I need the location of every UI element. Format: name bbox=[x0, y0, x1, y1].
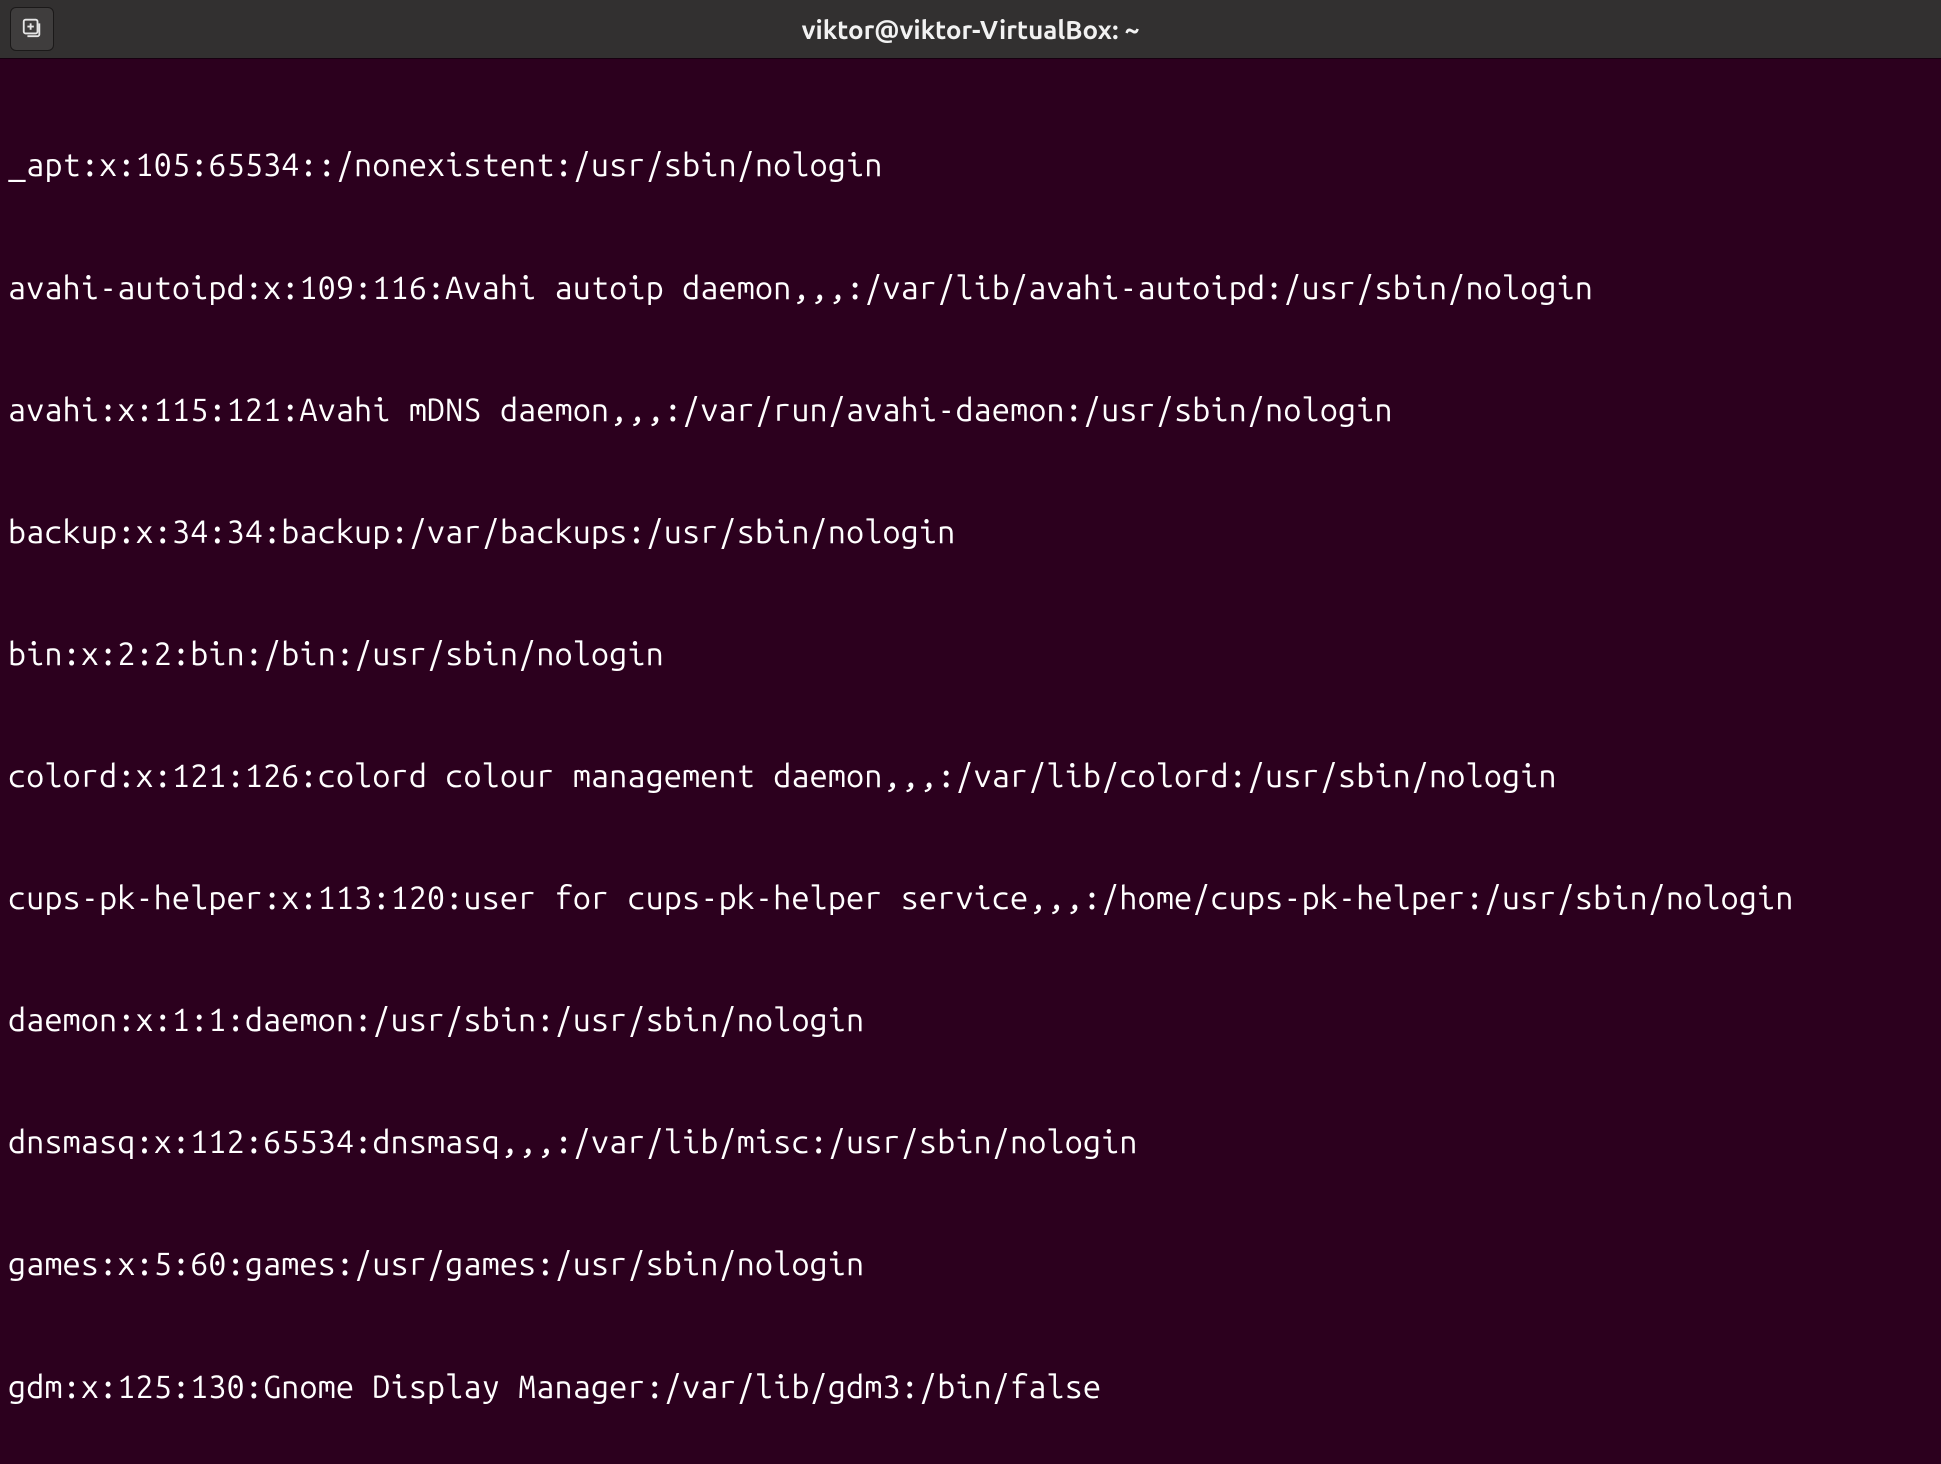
terminal-line: avahi:x:115:121:Avahi mDNS daemon,,,:/va… bbox=[8, 390, 1933, 431]
terminal-line: dnsmasq:x:112:65534:dnsmasq,,,:/var/lib/… bbox=[8, 1122, 1933, 1163]
new-tab-icon bbox=[21, 16, 43, 42]
window-title: viktor@viktor-VirtualBox: ~ bbox=[802, 15, 1140, 44]
terminal-line: backup:x:34:34:backup:/var/backups:/usr/… bbox=[8, 512, 1933, 553]
terminal-line: gdm:x:125:130:Gnome Display Manager:/var… bbox=[8, 1367, 1933, 1408]
terminal-output[interactable]: _apt:x:105:65534::/nonexistent:/usr/sbin… bbox=[0, 58, 1941, 1464]
terminal-line: daemon:x:1:1:daemon:/usr/sbin:/usr/sbin/… bbox=[8, 1000, 1933, 1041]
terminal-line: avahi-autoipd:x:109:116:Avahi autoip dae… bbox=[8, 268, 1933, 309]
terminal-line: games:x:5:60:games:/usr/games:/usr/sbin/… bbox=[8, 1244, 1933, 1285]
terminal-line: cups-pk-helper:x:113:120:user for cups-p… bbox=[8, 878, 1933, 919]
terminal-line: bin:x:2:2:bin:/bin:/usr/sbin/nologin bbox=[8, 634, 1933, 675]
terminal-line: _apt:x:105:65534::/nonexistent:/usr/sbin… bbox=[8, 145, 1933, 186]
new-tab-button[interactable] bbox=[10, 7, 54, 51]
terminal-line: colord:x:121:126:colord colour managemen… bbox=[8, 756, 1933, 797]
window-titlebar: viktor@viktor-VirtualBox: ~ bbox=[0, 0, 1941, 58]
